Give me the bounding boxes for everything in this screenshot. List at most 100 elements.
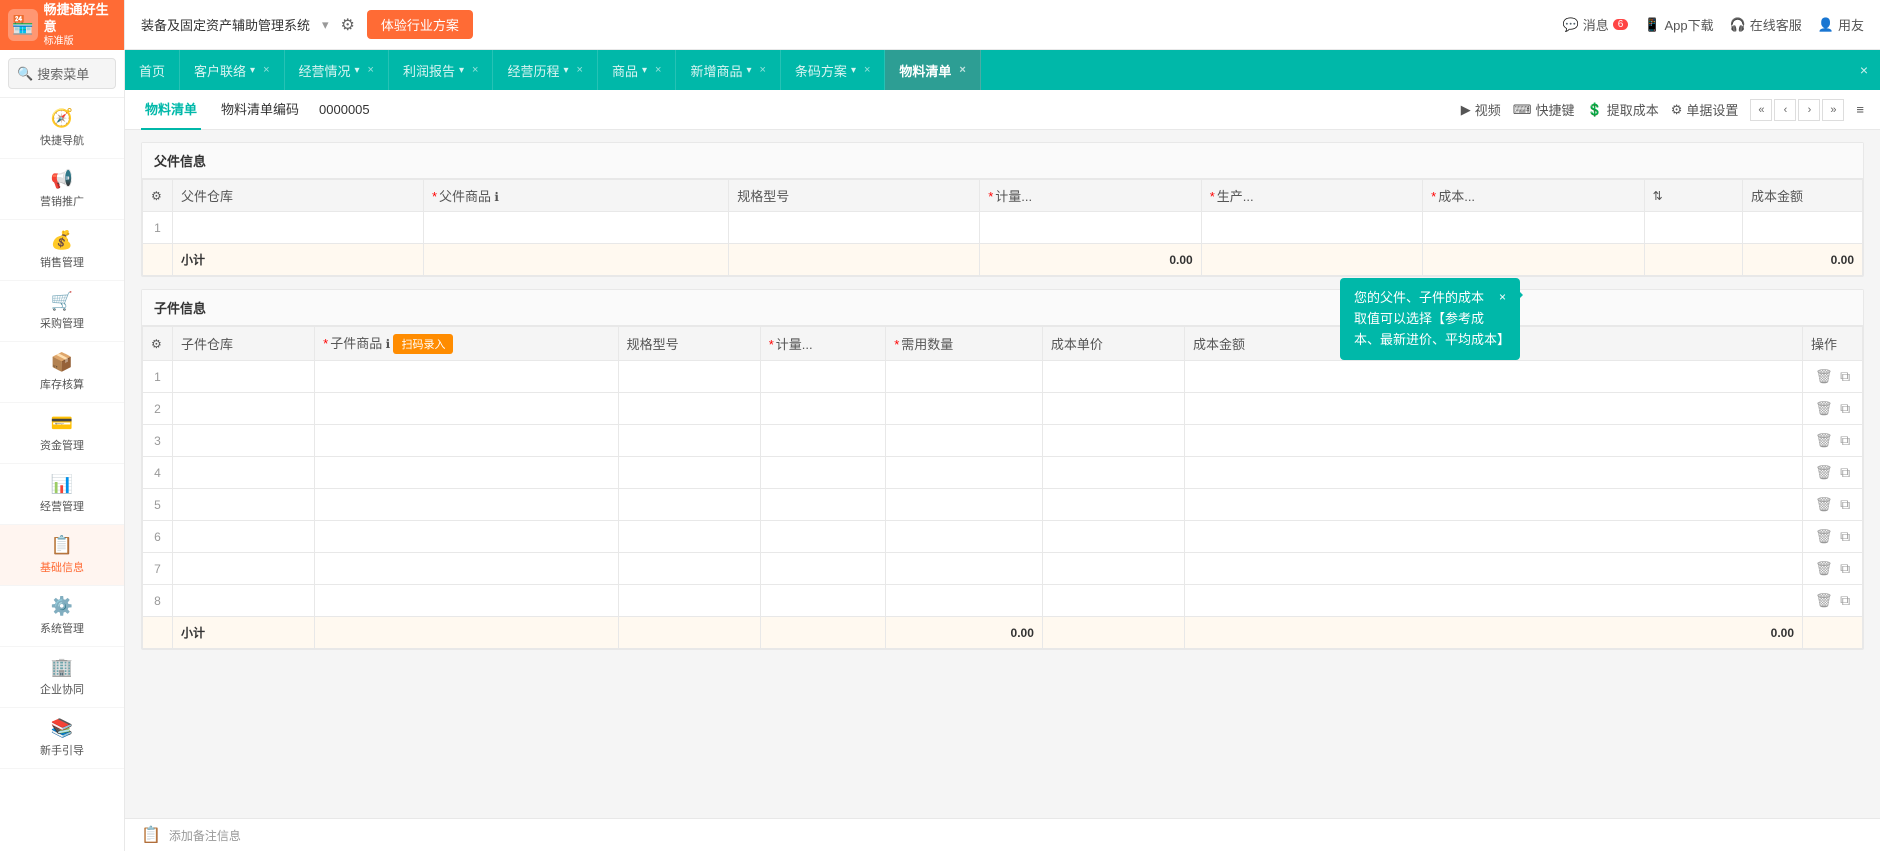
child-row-7-spec[interactable] xyxy=(618,553,760,585)
sidebar-item-enterprise[interactable]: 🏢 企业协同 xyxy=(0,647,124,708)
sidebar-item-sales[interactable]: 💰 销售管理 xyxy=(0,220,124,281)
bom-code-tab[interactable]: 物料清单编码 xyxy=(217,90,303,130)
child-row-4-qty-unit[interactable] xyxy=(760,457,885,489)
add-notes-text[interactable]: 添加备注信息 xyxy=(169,827,241,844)
child-row-5-qty-unit[interactable] xyxy=(760,489,885,521)
parent-col-settings[interactable]: ⚙ xyxy=(143,180,173,212)
tooltip-close-button[interactable]: × xyxy=(1499,288,1506,307)
child-row-6-needed-qty[interactable] xyxy=(886,521,1043,553)
copy-icon[interactable]: ⧉ xyxy=(1840,560,1850,576)
tab-new-goods[interactable]: 新增商品 ▾ × xyxy=(676,50,780,90)
child-row-5-spec[interactable] xyxy=(618,489,760,521)
delete-icon[interactable]: 🗑 xyxy=(1815,464,1833,480)
tab-history[interactable]: 经营历程 ▾ × xyxy=(493,50,597,90)
sidebar-item-purchase[interactable]: 🛒 采购管理 xyxy=(0,281,124,342)
child-row-8-needed-qty[interactable] xyxy=(886,585,1043,617)
tab-goods-close[interactable]: × xyxy=(655,64,661,76)
search-menu-button[interactable]: 🔍 搜索菜单 xyxy=(8,58,116,89)
child-row-4-warehouse[interactable] xyxy=(173,457,315,489)
child-row-2-needed-qty[interactable] xyxy=(886,393,1043,425)
tab-barcode-close[interactable]: × xyxy=(864,64,870,76)
sidebar-item-quick-nav[interactable]: 🧭 快捷导航 xyxy=(0,98,124,159)
child-row-3-unit-cost[interactable] xyxy=(1042,425,1184,457)
tab-profit[interactable]: 利润报告 ▾ × xyxy=(389,50,493,90)
sidebar-item-finance[interactable]: 💳 资金管理 xyxy=(0,403,124,464)
shortcut-button[interactable]: ⌨ 快捷键 xyxy=(1513,100,1575,119)
sidebar-item-inventory[interactable]: 📦 库存核算 xyxy=(0,342,124,403)
child-row-3-goods[interactable] xyxy=(315,425,618,457)
child-row-8-goods[interactable] xyxy=(315,585,618,617)
child-row-1-unit-cost[interactable] xyxy=(1042,361,1184,393)
delete-icon[interactable]: 🗑 xyxy=(1815,528,1833,544)
tab-customer[interactable]: 客户联络 ▾ × xyxy=(180,50,284,90)
child-row-3-needed-qty[interactable] xyxy=(886,425,1043,457)
child-row-4-needed-qty[interactable] xyxy=(886,457,1043,489)
child-row-1-goods[interactable] xyxy=(315,361,618,393)
nav-next-last-button[interactable]: » xyxy=(1822,99,1844,121)
delete-icon[interactable]: 🗑 xyxy=(1815,496,1833,512)
child-row-2-spec[interactable] xyxy=(618,393,760,425)
sidebar-item-guide[interactable]: 📚 新手引导 xyxy=(0,708,124,769)
child-row-1-qty-unit[interactable] xyxy=(760,361,885,393)
parent-row-1-prod[interactable] xyxy=(1201,212,1422,244)
child-row-5-goods[interactable] xyxy=(315,489,618,521)
tab-bom[interactable]: 物料清单 × xyxy=(885,50,980,90)
app-download-button[interactable]: 📱 App下载 xyxy=(1644,15,1713,34)
child-row-8-spec[interactable] xyxy=(618,585,760,617)
child-row-6-goods[interactable] xyxy=(315,521,618,553)
close-all-tabs-button[interactable]: × xyxy=(1848,62,1880,78)
child-row-7-goods[interactable] xyxy=(315,553,618,585)
parent-row-1-qty[interactable] xyxy=(980,212,1201,244)
copy-icon[interactable]: ⧉ xyxy=(1840,528,1850,544)
copy-icon[interactable]: ⧉ xyxy=(1840,368,1850,384)
grid-view-button[interactable]: ≡ xyxy=(1856,102,1864,117)
message-button[interactable]: 💬 消息 6 xyxy=(1563,15,1629,34)
child-row-7-needed-qty[interactable] xyxy=(886,553,1043,585)
delete-icon[interactable]: 🗑 xyxy=(1815,400,1833,416)
delete-icon[interactable]: 🗑 xyxy=(1815,432,1833,448)
delete-icon[interactable]: 🗑 xyxy=(1815,560,1833,576)
child-row-3-warehouse[interactable] xyxy=(173,425,315,457)
copy-icon[interactable]: ⧉ xyxy=(1840,496,1850,512)
gear-icon[interactable]: ⚙ xyxy=(341,15,355,35)
tab-bom-close[interactable]: × xyxy=(959,64,965,76)
nav-prev-first-button[interactable]: « xyxy=(1750,99,1772,121)
child-row-6-unit-cost[interactable] xyxy=(1042,521,1184,553)
view-video-button[interactable]: ▶ 视频 xyxy=(1461,100,1501,119)
extract-cost-button[interactable]: 💲 提取成本 xyxy=(1587,100,1659,119)
copy-icon[interactable]: ⧉ xyxy=(1840,464,1850,480)
tab-home[interactable]: 首页 xyxy=(125,50,180,90)
child-row-1-needed-qty[interactable] xyxy=(886,361,1043,393)
child-row-1-warehouse[interactable] xyxy=(173,361,315,393)
tab-customer-close[interactable]: × xyxy=(263,64,269,76)
child-row-4-spec[interactable] xyxy=(618,457,760,489)
document-settings-button[interactable]: ⚙ 单据设置 xyxy=(1671,100,1739,119)
copy-icon[interactable]: ⧉ xyxy=(1840,592,1850,608)
child-row-7-warehouse[interactable] xyxy=(173,553,315,585)
copy-icon[interactable]: ⧉ xyxy=(1840,400,1850,416)
child-row-6-warehouse[interactable] xyxy=(173,521,315,553)
bom-list-tab[interactable]: 物料清单 xyxy=(141,90,201,130)
tab-operations-close[interactable]: × xyxy=(368,64,374,76)
child-row-4-goods[interactable] xyxy=(315,457,618,489)
delete-icon[interactable]: 🗑 xyxy=(1815,368,1833,384)
child-row-5-unit-cost[interactable] xyxy=(1042,489,1184,521)
sidebar-item-system[interactable]: ⚙️ 系统管理 xyxy=(0,586,124,647)
tab-profit-close[interactable]: × xyxy=(472,64,478,76)
tab-operations[interactable]: 经营情况 ▾ × xyxy=(285,50,389,90)
child-row-6-spec[interactable] xyxy=(618,521,760,553)
parent-row-1-goods[interactable] xyxy=(423,212,728,244)
nav-next-button[interactable]: › xyxy=(1798,99,1820,121)
parent-row-1-spec[interactable] xyxy=(729,212,980,244)
child-row-2-qty-unit[interactable] xyxy=(760,393,885,425)
user-avatar-button[interactable]: 👤 用友 xyxy=(1818,15,1864,34)
parent-row-1-cost[interactable] xyxy=(1423,212,1644,244)
child-row-3-spec[interactable] xyxy=(618,425,760,457)
child-row-2-warehouse[interactable] xyxy=(173,393,315,425)
trial-button[interactable]: 体验行业方案 xyxy=(367,10,473,39)
online-service-button[interactable]: 🎧 在线客服 xyxy=(1730,15,1802,34)
child-row-8-qty-unit[interactable] xyxy=(760,585,885,617)
child-row-8-warehouse[interactable] xyxy=(173,585,315,617)
parent-row-1-sort[interactable] xyxy=(1644,212,1742,244)
tab-barcode[interactable]: 条码方案 ▾ × xyxy=(781,50,885,90)
